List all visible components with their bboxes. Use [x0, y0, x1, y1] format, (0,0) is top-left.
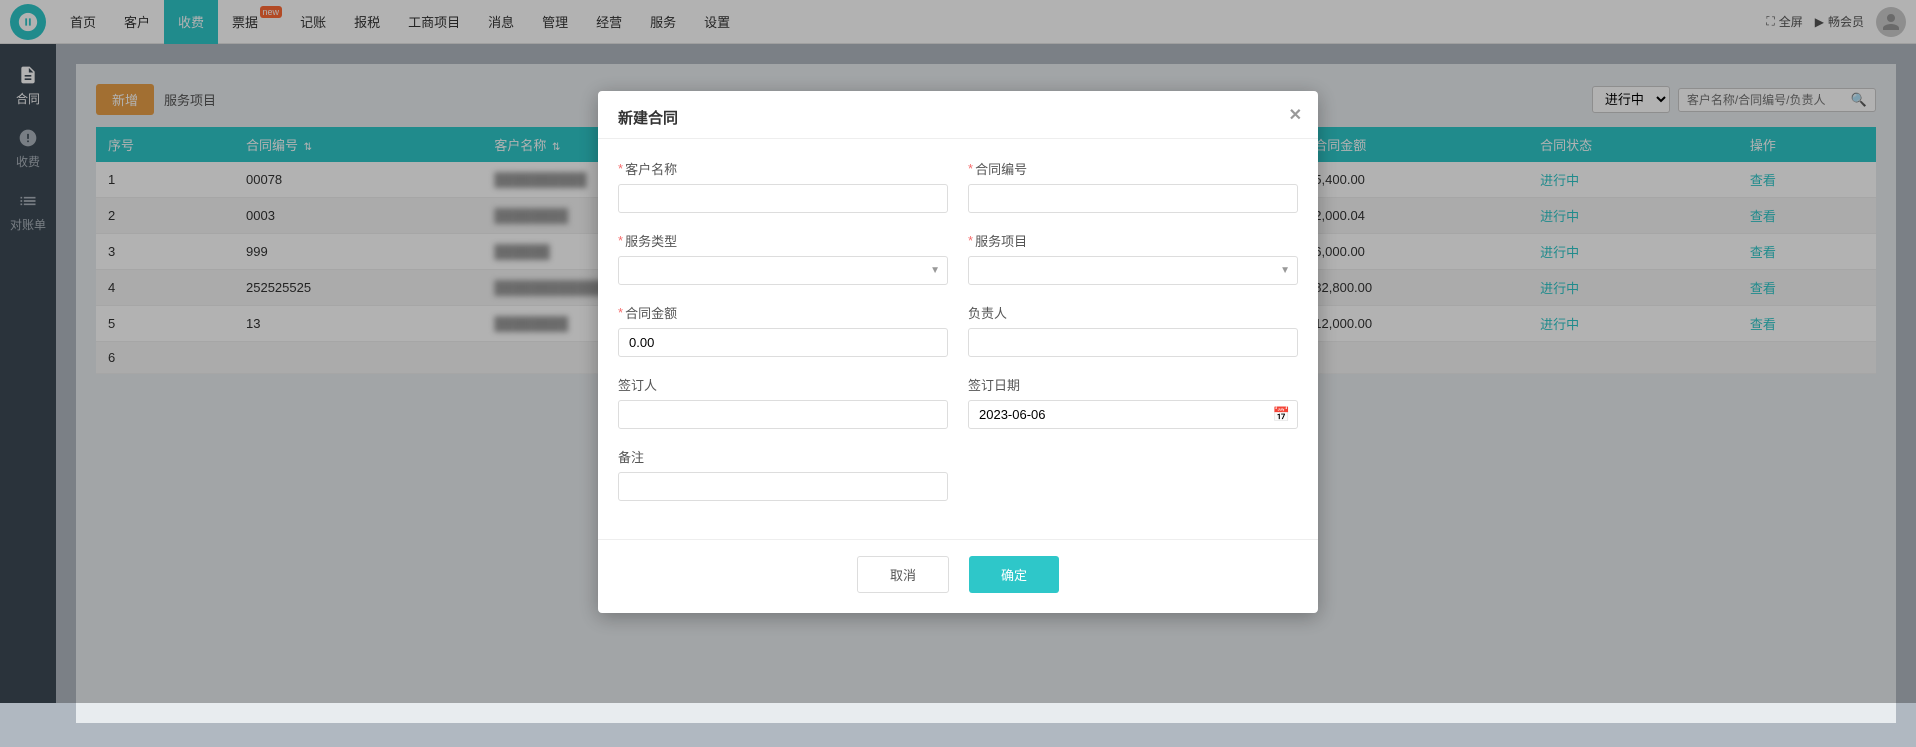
required-star: *	[618, 305, 623, 320]
customer-name-label: * 客户名称	[618, 159, 948, 178]
service-item-label: * 服务项目	[968, 231, 1298, 250]
signer-label: 签订人	[618, 375, 948, 394]
service-type-wrapper: ▼	[618, 256, 948, 285]
field-responsible-person: 负责人	[968, 303, 1298, 357]
field-service-type: * 服务类型 ▼	[618, 231, 948, 285]
form-row-3: * 合同金额 负责人	[618, 303, 1298, 357]
field-signer: 签订人	[618, 375, 948, 429]
modal-body: * 客户名称 * 合同编号 *	[598, 139, 1318, 539]
signer-input[interactable]	[618, 400, 948, 429]
cancel-button[interactable]: 取消	[857, 556, 949, 593]
required-star: *	[618, 161, 623, 176]
form-row-5: 备注	[618, 447, 1298, 501]
service-item-select[interactable]	[968, 256, 1298, 285]
required-star: *	[968, 161, 973, 176]
contract-no-input[interactable]	[968, 184, 1298, 213]
sign-date-label: 签订日期	[968, 375, 1298, 394]
field-customer-name: * 客户名称	[618, 159, 948, 213]
contract-amount-label: * 合同金额	[618, 303, 948, 322]
required-star: *	[618, 233, 623, 248]
service-item-wrapper: ▼	[968, 256, 1298, 285]
customer-name-input[interactable]	[618, 184, 948, 213]
field-remarks: 备注	[618, 447, 948, 501]
responsible-person-label: 负责人	[968, 303, 1298, 322]
form-row-4: 签订人 签订日期 📅	[618, 375, 1298, 429]
modal-close-button[interactable]: ✕	[1289, 105, 1302, 125]
new-contract-modal: 新建合同 ✕ * 客户名称 * 合同编号	[598, 91, 1318, 613]
remarks-input[interactable]	[618, 472, 948, 501]
responsible-person-input[interactable]	[968, 328, 1298, 357]
sign-date-wrapper: 📅	[968, 400, 1298, 429]
service-type-label: * 服务类型	[618, 231, 948, 250]
contract-no-label: * 合同编号	[968, 159, 1298, 178]
modal-overlay: 新建合同 ✕ * 客户名称 * 合同编号	[0, 0, 1916, 703]
field-service-item: * 服务项目 ▼	[968, 231, 1298, 285]
remarks-label: 备注	[618, 447, 948, 466]
field-contract-no: * 合同编号	[968, 159, 1298, 213]
modal-footer: 取消 确定	[598, 539, 1318, 613]
form-row-2: * 服务类型 ▼ * 服务项目 ▼	[618, 231, 1298, 285]
confirm-button[interactable]: 确定	[969, 556, 1059, 593]
modal-header: 新建合同 ✕	[598, 91, 1318, 139]
modal-title: 新建合同	[618, 110, 678, 127]
service-type-select[interactable]	[618, 256, 948, 285]
field-sign-date: 签订日期 📅	[968, 375, 1298, 429]
required-star: *	[968, 233, 973, 248]
field-contract-amount: * 合同金额	[618, 303, 948, 357]
form-row-1: * 客户名称 * 合同编号	[618, 159, 1298, 213]
sign-date-input[interactable]	[968, 400, 1298, 429]
contract-amount-input[interactable]	[618, 328, 948, 357]
